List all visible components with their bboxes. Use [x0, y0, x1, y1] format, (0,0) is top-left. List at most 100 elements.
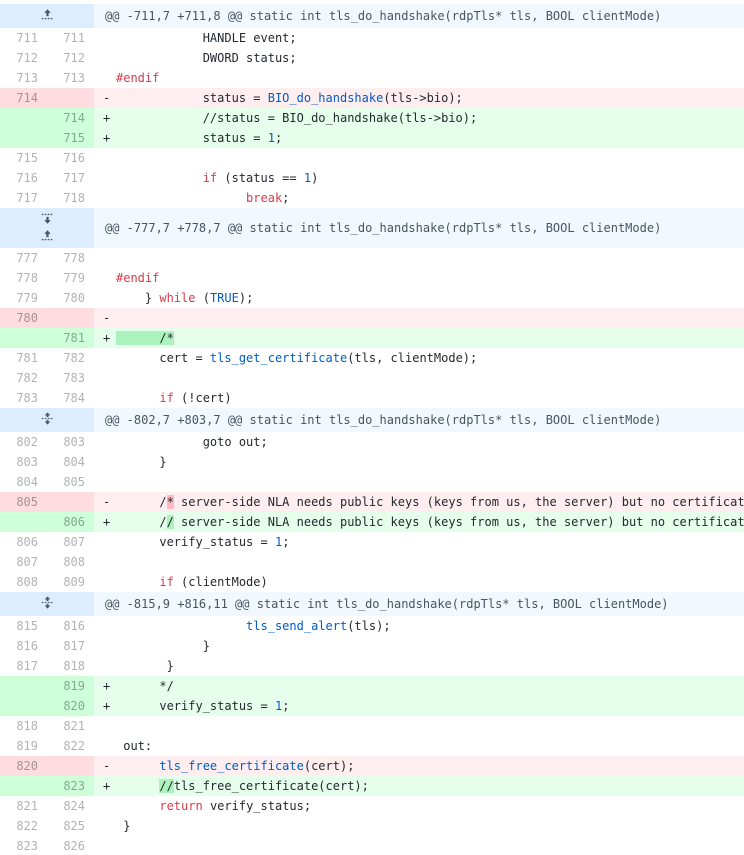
old-line-number[interactable]: 711 — [0, 28, 47, 48]
expand-all-button[interactable] — [37, 412, 57, 428]
code-line: + //status = BIO_do_handshake(tls->bio); — [94, 108, 744, 128]
new-line-number[interactable]: 807 — [47, 532, 94, 552]
old-line-number[interactable]: 805 — [0, 492, 47, 512]
new-line-number[interactable]: 818 — [47, 656, 94, 676]
old-line-number[interactable] — [0, 696, 47, 716]
old-line-number[interactable] — [0, 108, 47, 128]
diff-row: 777 778 — [0, 248, 744, 268]
new-line-number[interactable]: 715 — [47, 128, 94, 148]
new-line-number[interactable]: 784 — [47, 388, 94, 408]
old-line-number[interactable]: 803 — [0, 452, 47, 472]
new-line-number[interactable] — [47, 492, 94, 512]
new-line-number[interactable]: 779 — [47, 268, 94, 288]
new-line-number[interactable]: 820 — [47, 696, 94, 716]
old-line-number[interactable]: 714 — [0, 88, 47, 108]
old-line-number[interactable]: 820 — [0, 756, 47, 776]
new-line-number[interactable]: 821 — [47, 716, 94, 736]
old-line-number[interactable]: 804 — [0, 472, 47, 492]
expand-down-button[interactable] — [37, 212, 57, 227]
new-line-number[interactable]: 780 — [47, 288, 94, 308]
old-line-number[interactable]: 782 — [0, 368, 47, 388]
old-line-number[interactable]: 806 — [0, 532, 47, 552]
new-line-number[interactable]: 714 — [47, 108, 94, 128]
code-token: * — [166, 495, 174, 509]
old-line-number[interactable]: 713 — [0, 68, 47, 88]
new-line-number[interactable]: 803 — [47, 432, 94, 452]
code-token: tls_get_certificate — [209, 351, 348, 365]
new-line-number[interactable]: 819 — [47, 676, 94, 696]
new-line-number[interactable]: 825 — [47, 816, 94, 836]
old-line-number[interactable]: 717 — [0, 188, 47, 208]
old-line-number[interactable]: 780 — [0, 308, 47, 328]
old-line-number[interactable]: 822 — [0, 816, 47, 836]
old-line-number[interactable] — [0, 128, 47, 148]
code-token: 1 — [303, 171, 312, 185]
old-line-number[interactable] — [0, 328, 47, 348]
old-line-number[interactable]: 818 — [0, 716, 47, 736]
old-line-number[interactable]: 817 — [0, 656, 47, 676]
new-line-number[interactable]: 718 — [47, 188, 94, 208]
old-line-number[interactable] — [0, 776, 47, 796]
old-line-number[interactable]: 777 — [0, 248, 47, 268]
old-line-number[interactable]: 821 — [0, 796, 47, 816]
old-line-number[interactable]: 802 — [0, 432, 47, 452]
old-line-number[interactable]: 816 — [0, 636, 47, 656]
diff-row: 715 716 — [0, 148, 744, 168]
old-line-number[interactable]: 781 — [0, 348, 47, 368]
new-line-number[interactable]: 824 — [47, 796, 94, 816]
old-line-number[interactable]: 712 — [0, 48, 47, 68]
old-line-number[interactable]: 783 — [0, 388, 47, 408]
expand-all-button[interactable] — [37, 596, 57, 612]
new-line-number[interactable]: 804 — [47, 452, 94, 472]
new-line-number[interactable]: 808 — [47, 552, 94, 572]
new-line-number[interactable]: 781 — [47, 328, 94, 348]
diff-row: 806 807 verify_status = 1; — [0, 532, 744, 552]
new-line-number[interactable]: 816 — [47, 616, 94, 636]
diff-row: 803 804 } — [0, 452, 744, 472]
new-line-number[interactable]: 809 — [47, 572, 94, 592]
diff-row: 712 712 DWORD status; — [0, 48, 744, 68]
new-line-number[interactable]: 716 — [47, 148, 94, 168]
old-line-number[interactable]: 779 — [0, 288, 47, 308]
new-line-number[interactable] — [47, 88, 94, 108]
new-line-number[interactable]: 713 — [47, 68, 94, 88]
code-token: // — [159, 779, 174, 793]
old-line-number[interactable]: 823 — [0, 836, 47, 855]
code-token: (cert); — [303, 759, 355, 773]
new-line-number[interactable]: 822 — [47, 736, 94, 756]
old-line-number[interactable]: 778 — [0, 268, 47, 288]
code-token: / — [116, 495, 167, 509]
old-line-number[interactable]: 715 — [0, 148, 47, 168]
old-line-number[interactable] — [0, 676, 47, 696]
new-line-number[interactable]: 823 — [47, 776, 94, 796]
new-line-number[interactable]: 782 — [47, 348, 94, 368]
diff-marker: + — [103, 779, 111, 793]
old-line-number[interactable]: 819 — [0, 736, 47, 756]
code-line: - — [94, 308, 744, 328]
new-line-number[interactable]: 711 — [47, 28, 94, 48]
old-line-number[interactable]: 716 — [0, 168, 47, 188]
new-line-number[interactable]: 806 — [47, 512, 94, 532]
code-token: (tls, clientMode); — [347, 351, 478, 365]
old-line-number[interactable]: 815 — [0, 616, 47, 636]
new-line-number[interactable]: 778 — [47, 248, 94, 268]
old-line-number[interactable]: 807 — [0, 552, 47, 572]
code-token: (clientMode) — [173, 575, 268, 589]
new-line-number[interactable] — [47, 308, 94, 328]
new-line-number[interactable] — [47, 756, 94, 776]
old-line-number[interactable]: 808 — [0, 572, 47, 592]
expand-up-button[interactable] — [37, 9, 57, 24]
new-line-number[interactable]: 712 — [47, 48, 94, 68]
old-line-number[interactable] — [0, 512, 47, 532]
diff-row: 805 - /* server-side NLA needs public key… — [0, 492, 744, 512]
code-token: / — [116, 515, 167, 529]
new-line-number[interactable]: 805 — [47, 472, 94, 492]
new-line-number[interactable]: 717 — [47, 168, 94, 188]
new-line-number[interactable]: 826 — [47, 836, 94, 855]
new-line-number[interactable]: 783 — [47, 368, 94, 388]
new-line-number[interactable]: 817 — [47, 636, 94, 656]
code-token: } — [116, 819, 131, 833]
expand-up-button[interactable] — [37, 229, 57, 244]
